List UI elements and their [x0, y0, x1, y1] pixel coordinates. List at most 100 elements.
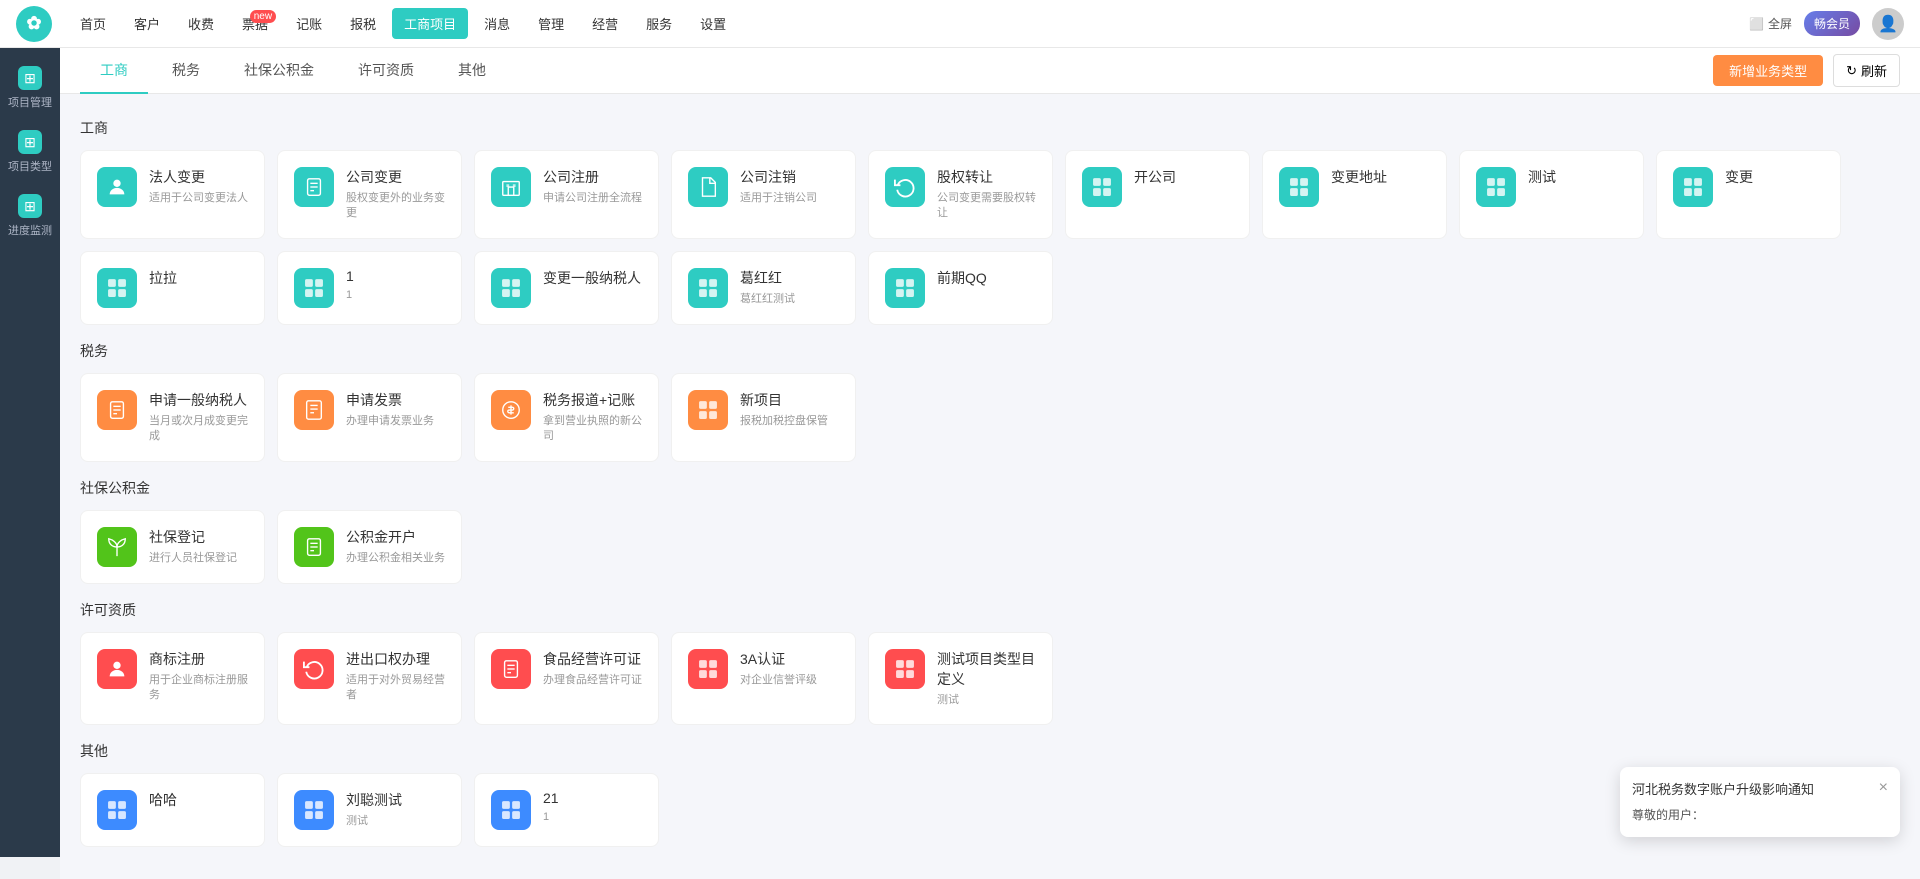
notif-close-button[interactable]: ×: [1879, 779, 1888, 797]
card-title: 申请发票: [346, 390, 445, 410]
service-card[interactable]: 21 1: [474, 773, 659, 847]
card-title: 开公司: [1134, 167, 1233, 187]
card-desc: 申请公司注册全流程: [543, 191, 642, 206]
service-card[interactable]: 变更地址: [1262, 150, 1447, 239]
nav-item-经营[interactable]: 经营: [580, 8, 630, 39]
card-desc: 办理公积金相关业务: [346, 551, 445, 566]
card-desc: 1: [346, 288, 445, 303]
card-desc: 报税加税控盘保管: [740, 414, 839, 429]
nav-item-工商项目[interactable]: 工商项目: [392, 8, 468, 39]
tab-其他[interactable]: 其他: [438, 48, 506, 94]
service-card[interactable]: 葛红红 葛红红测试: [671, 251, 856, 325]
nav-item-设置[interactable]: 设置: [688, 8, 738, 39]
service-card[interactable]: 测试项目类型目定义 测试: [868, 632, 1053, 725]
card-title: 社保登记: [149, 527, 248, 547]
nav-item-客户[interactable]: 客户: [122, 8, 172, 39]
service-card[interactable]: 开公司: [1065, 150, 1250, 239]
tab-工商[interactable]: 工商: [80, 48, 148, 94]
nav-item-收费[interactable]: 收费: [176, 8, 226, 39]
card-icon: [491, 790, 531, 830]
top-nav: ✿ 首页客户收费票据new记账报税工商项目消息管理经营服务设置 ⬜ 全屏 畅会员…: [0, 0, 1920, 48]
vip-btn[interactable]: 畅会员: [1804, 11, 1860, 36]
new-business-type-button[interactable]: 新增业务类型: [1713, 55, 1823, 86]
tab-社保公积金[interactable]: 社保公积金: [224, 48, 334, 94]
nav-item-首页[interactable]: 首页: [68, 8, 118, 39]
card-title: 葛红红: [740, 268, 839, 288]
nav-item-报税[interactable]: 报税: [338, 8, 388, 39]
service-card[interactable]: 哈哈: [80, 773, 265, 847]
card-icon: [1082, 167, 1122, 207]
section-title-社保公积金: 社保公积金: [80, 478, 1900, 498]
refresh-button[interactable]: ↻ 刷新: [1833, 54, 1900, 87]
service-card[interactable]: 新项目 报税加税控盘保管: [671, 373, 856, 462]
card-icon: [97, 649, 137, 689]
service-card[interactable]: 公司变更 股权变更外的业务变更: [277, 150, 462, 239]
service-card[interactable]: 公积金开户 办理公积金相关业务: [277, 510, 462, 584]
nav-item-管理[interactable]: 管理: [526, 8, 576, 39]
service-card[interactable]: 食品经营许可证 办理食品经营许可证: [474, 632, 659, 725]
avatar[interactable]: 👤: [1872, 8, 1904, 40]
card-desc: 办理食品经营许可证: [543, 673, 642, 688]
service-card[interactable]: 变更一般纳税人: [474, 251, 659, 325]
notification-popup: 河北税务数字账户升级影响通知 × 尊敬的用户：: [1620, 767, 1900, 837]
nav-item-票据[interactable]: 票据new: [230, 8, 280, 39]
card-icon: [97, 790, 137, 830]
service-card[interactable]: 前期QQ: [868, 251, 1053, 325]
service-card[interactable]: 申请发票 办理申请发票业务: [277, 373, 462, 462]
card-icon: [885, 167, 925, 207]
card-icon: [688, 167, 728, 207]
service-card[interactable]: 变更: [1656, 150, 1841, 239]
sidebar-item-项目类型[interactable]: ⊞ 项目类型: [0, 120, 60, 184]
card-desc: 适用于公司变更法人: [149, 191, 248, 206]
notif-title: 河北税务数字账户升级影响通知: [1632, 779, 1814, 798]
card-title: 股权转让: [937, 167, 1036, 187]
nav-item-记账[interactable]: 记账: [284, 8, 334, 39]
service-card[interactable]: 测试: [1459, 150, 1644, 239]
card-title: 商标注册: [149, 649, 248, 669]
tab-税务[interactable]: 税务: [152, 48, 220, 94]
sidebar-item-进度监测[interactable]: ⊞ 进度监测: [0, 184, 60, 248]
service-card[interactable]: 1 1: [277, 251, 462, 325]
service-card[interactable]: 社保登记 进行人员社保登记: [80, 510, 265, 584]
card-text: 21 1: [543, 790, 642, 825]
card-text: 1 1: [346, 268, 445, 303]
service-card[interactable]: 刘聪测试 测试: [277, 773, 462, 847]
card-icon: [491, 268, 531, 308]
nav-item-消息[interactable]: 消息: [472, 8, 522, 39]
card-icon: [97, 527, 137, 567]
card-desc: 测试: [937, 693, 1036, 708]
tab-bar: 工商税务社保公积金许可资质其他: [60, 48, 1920, 94]
card-title: 刘聪测试: [346, 790, 445, 810]
card-icon: [885, 649, 925, 689]
refresh-icon: ↻: [1846, 63, 1857, 79]
card-icon: [294, 268, 334, 308]
nav-item-服务[interactable]: 服务: [634, 8, 684, 39]
tab-许可资质[interactable]: 许可资质: [338, 48, 434, 94]
card-desc: 用于企业商标注册服务: [149, 673, 248, 704]
notif-content: 尊敬的用户：: [1632, 806, 1888, 825]
fullscreen-btn[interactable]: ⬜ 全屏: [1749, 15, 1792, 32]
service-card[interactable]: 商标注册 用于企业商标注册服务: [80, 632, 265, 725]
service-card[interactable]: 公司注册 申请公司注册全流程: [474, 150, 659, 239]
card-desc: 测试: [346, 814, 445, 829]
sidebar-item-项目管理[interactable]: ⊞ 项目管理: [0, 56, 60, 120]
service-card[interactable]: 3A认证 对企业信誉评级: [671, 632, 856, 725]
card-icon: [294, 649, 334, 689]
service-card[interactable]: 法人变更 适用于公司变更法人: [80, 150, 265, 239]
service-card[interactable]: 申请一般纳税人 当月或次月成变更完成: [80, 373, 265, 462]
card-title: 21: [543, 790, 642, 806]
card-icon: [491, 167, 531, 207]
card-text: 股权转让 公司变更需要股权转让: [937, 167, 1036, 222]
service-card[interactable]: 公司注销 适用于注销公司: [671, 150, 856, 239]
service-card[interactable]: 进出口权办理 适用于对外贸易经营者: [277, 632, 462, 725]
card-icon: [97, 390, 137, 430]
card-text: 社保登记 进行人员社保登记: [149, 527, 248, 566]
service-card[interactable]: 股权转让 公司变更需要股权转让: [868, 150, 1053, 239]
card-icon: [688, 268, 728, 308]
service-card[interactable]: 税务报道+记账 拿到营业执照的新公司: [474, 373, 659, 462]
service-card[interactable]: 拉拉: [80, 251, 265, 325]
card-title: 变更一般纳税人: [543, 268, 642, 288]
card-desc: 进行人员社保登记: [149, 551, 248, 566]
card-icon: [294, 790, 334, 830]
card-text: 变更一般纳税人: [543, 268, 642, 292]
